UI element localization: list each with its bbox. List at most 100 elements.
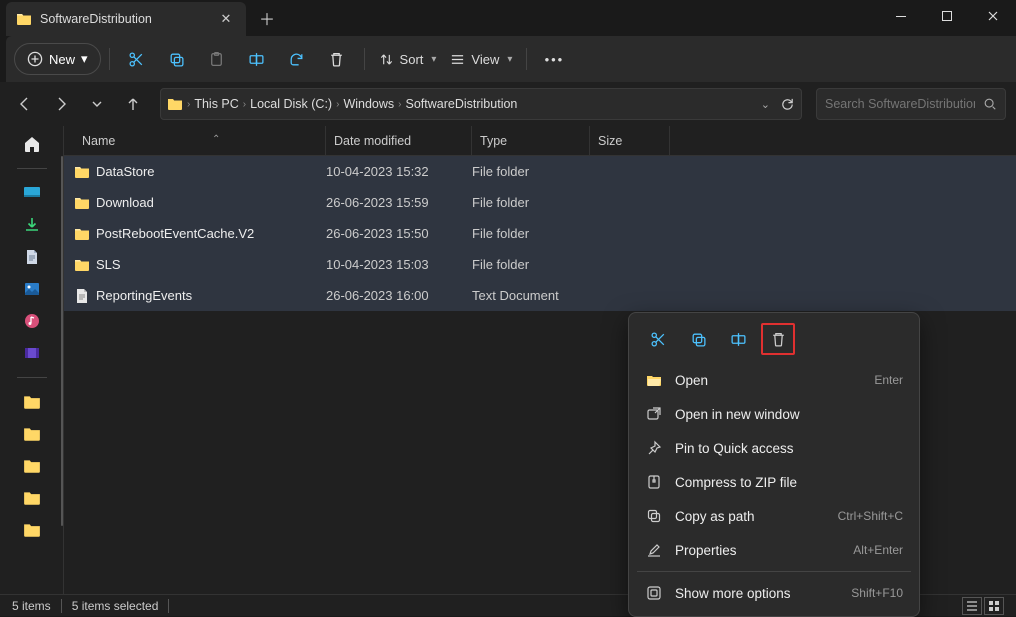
back-button[interactable] xyxy=(10,89,40,119)
context-copy-button[interactable] xyxy=(681,323,715,355)
file-row[interactable]: ReportingEvents26-06-2023 16:00Text Docu… xyxy=(64,280,1016,311)
share-button[interactable] xyxy=(278,42,316,76)
context-delete-button[interactable] xyxy=(761,323,795,355)
share-icon xyxy=(288,51,305,68)
context-item[interactable]: Pin to Quick access xyxy=(635,431,913,465)
sidebar-desktop[interactable] xyxy=(20,181,44,205)
sidebar-folder[interactable] xyxy=(20,518,44,542)
tab-close-button[interactable]: ✕ xyxy=(218,11,234,27)
breadcrumb-item[interactable]: Windows xyxy=(343,97,394,111)
pin-icon xyxy=(645,439,663,457)
context-item[interactable]: OpenEnter xyxy=(635,363,913,397)
folder-icon xyxy=(74,226,96,242)
view-details-button[interactable] xyxy=(962,597,982,615)
context-item[interactable]: Copy as pathCtrl+Shift+C xyxy=(635,499,913,533)
context-item-shortcut: Ctrl+Shift+C xyxy=(838,509,903,523)
properties-icon xyxy=(645,541,663,559)
sidebar-music[interactable] xyxy=(20,309,44,333)
navigation-sidebar xyxy=(0,126,64,594)
file-row[interactable]: SLS10-04-2023 15:03File folder xyxy=(64,249,1016,280)
file-type: File folder xyxy=(472,164,590,179)
context-cut-button[interactable] xyxy=(641,323,675,355)
window-controls xyxy=(878,0,1016,32)
file-row[interactable]: DataStore10-04-2023 15:32File folder xyxy=(64,156,1016,187)
refresh-button[interactable] xyxy=(780,97,795,112)
chevron-right-icon: › xyxy=(243,99,246,110)
breadcrumb-item[interactable]: SoftwareDistribution xyxy=(406,97,518,111)
sidebar-scrollbar[interactable] xyxy=(61,156,63,526)
window-tab[interactable]: SoftwareDistribution ✕ xyxy=(6,2,246,36)
context-item-label: Open in new window xyxy=(675,407,891,422)
view-large-button[interactable] xyxy=(984,597,1004,615)
file-type: File folder xyxy=(472,226,590,241)
context-item-label: Properties xyxy=(675,543,841,558)
paste-button[interactable] xyxy=(198,42,236,76)
context-item[interactable]: Open in new window xyxy=(635,397,913,431)
new-tab-button[interactable]: ＋ xyxy=(252,3,282,33)
sidebar-folder[interactable] xyxy=(20,390,44,414)
file-name: PostRebootEventCache.V2 xyxy=(96,226,326,241)
column-type[interactable]: Type xyxy=(472,126,590,155)
search-box[interactable] xyxy=(816,88,1006,120)
file-row[interactable]: PostRebootEventCache.V226-06-2023 15:50F… xyxy=(64,218,1016,249)
breadcrumb-item[interactable]: Local Disk (C:) xyxy=(250,97,332,111)
sidebar-home[interactable] xyxy=(20,132,44,156)
sidebar-folder[interactable] xyxy=(20,422,44,446)
new-label: New xyxy=(49,52,75,67)
context-separator xyxy=(637,571,911,572)
breadcrumb-item[interactable]: This PC xyxy=(194,97,238,111)
context-item-shortcut: Alt+Enter xyxy=(853,543,903,557)
search-input[interactable] xyxy=(825,97,975,111)
sidebar-folder[interactable] xyxy=(20,486,44,510)
trash-icon xyxy=(328,51,345,68)
address-bar[interactable]: › This PC › Local Disk (C:) › Windows › … xyxy=(160,88,802,120)
zip-icon xyxy=(645,473,663,491)
chevron-down-icon[interactable]: ⌄ xyxy=(761,98,770,111)
chevron-right-icon: › xyxy=(398,99,401,110)
column-name[interactable]: Name⌃ xyxy=(74,126,326,155)
close-button[interactable] xyxy=(970,0,1016,32)
forward-button[interactable] xyxy=(46,89,76,119)
chevron-right-icon: › xyxy=(336,99,339,110)
up-button[interactable] xyxy=(118,89,148,119)
sidebar-documents[interactable] xyxy=(20,245,44,269)
context-rename-button[interactable] xyxy=(721,323,755,355)
sidebar-pictures[interactable] xyxy=(20,277,44,301)
context-item[interactable]: Properties Alt+Enter xyxy=(635,533,913,567)
sidebar-folder[interactable] xyxy=(20,454,44,478)
copy-path-icon xyxy=(645,507,663,525)
plus-circle-icon xyxy=(27,51,43,67)
column-size[interactable]: Size xyxy=(590,126,670,155)
rename-icon xyxy=(248,51,265,68)
sort-button[interactable]: Sort ▾ xyxy=(373,42,443,76)
context-item[interactable]: Compress to ZIP file xyxy=(635,465,913,499)
cut-button[interactable] xyxy=(118,42,156,76)
file-date: 26-06-2023 15:59 xyxy=(326,195,472,210)
sidebar-divider xyxy=(17,377,47,378)
column-date[interactable]: Date modified xyxy=(326,126,472,155)
minimize-button[interactable] xyxy=(878,0,924,32)
sidebar-downloads[interactable] xyxy=(20,213,44,237)
new-button[interactable]: New ▾ xyxy=(14,43,101,75)
file-row[interactable]: Download26-06-2023 15:59File folder xyxy=(64,187,1016,218)
folder-icon xyxy=(74,195,96,211)
recent-dropdown[interactable] xyxy=(82,89,112,119)
more-button[interactable]: ••• xyxy=(535,42,573,76)
status-selected-count: 5 items selected xyxy=(72,599,159,613)
context-item-shortcut: Enter xyxy=(874,373,903,387)
folder-icon xyxy=(74,164,96,180)
copy-button[interactable] xyxy=(158,42,196,76)
status-separator xyxy=(61,599,62,613)
rename-button[interactable] xyxy=(238,42,276,76)
file-name: ReportingEvents xyxy=(96,288,326,303)
file-date: 26-06-2023 16:00 xyxy=(326,288,472,303)
sidebar-videos[interactable] xyxy=(20,341,44,365)
context-show-more[interactable]: Show more options Shift+F10 xyxy=(635,576,913,610)
file-type: Text Document xyxy=(472,288,590,303)
search-icon xyxy=(983,97,997,111)
delete-button[interactable] xyxy=(318,42,356,76)
folder-open-icon xyxy=(645,371,663,389)
maximize-button[interactable] xyxy=(924,0,970,32)
view-button[interactable]: View ▾ xyxy=(444,42,518,76)
chevron-down-icon: ▾ xyxy=(507,54,512,65)
